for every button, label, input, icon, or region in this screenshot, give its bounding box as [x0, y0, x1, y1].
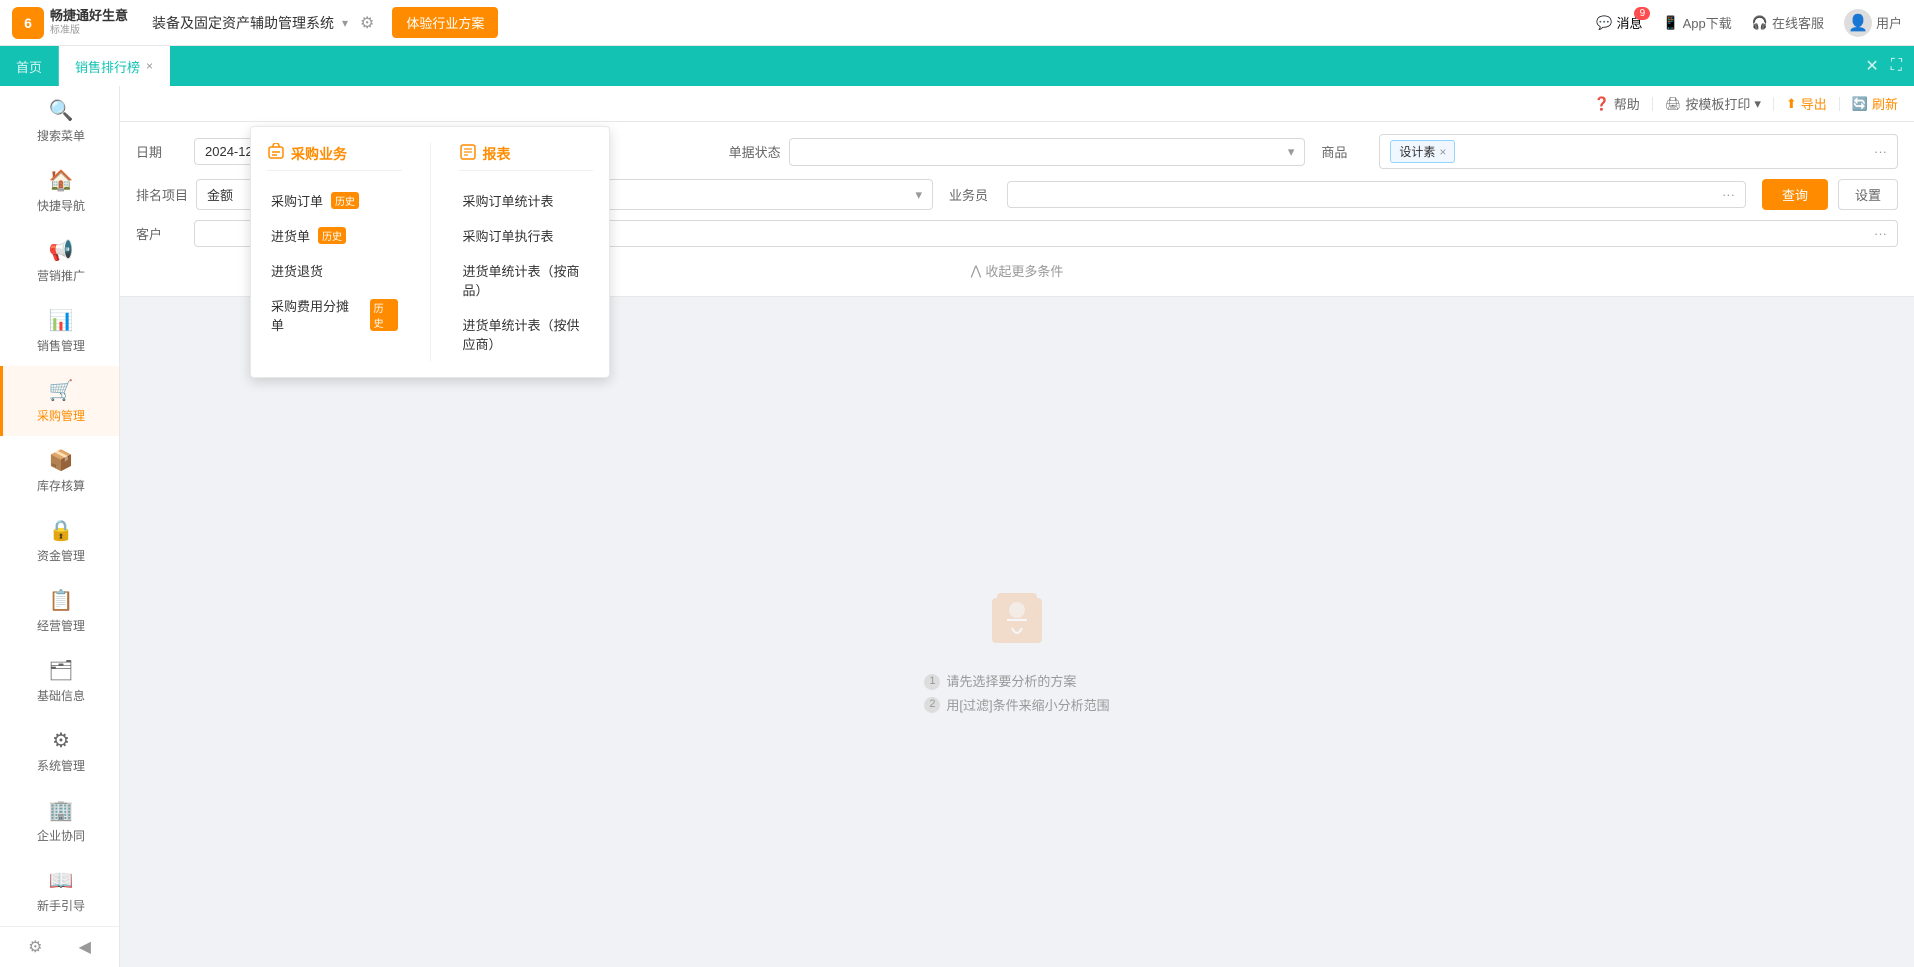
dropdown-overlay: 采购业务 采购订单 历史 进货单 历史 进货退货 [120, 126, 1914, 967]
tab-close-icon[interactable]: × [146, 59, 153, 73]
message-area[interactable]: 💬 消息 9 [1596, 13, 1642, 32]
tab-sales-rank[interactable]: 销售排行榜 × [59, 46, 170, 86]
sales-icon: 📊 [49, 308, 74, 333]
phone-icon: 📱 [1662, 15, 1678, 31]
finance-icon: 🔒 [49, 518, 74, 543]
sidebar-item-sales[interactable]: 📊 销售管理 [0, 296, 119, 366]
tab-bar: 首页 销售排行榜 × ✕ ⛶ [0, 46, 1914, 86]
inventory-icon: 📦 [49, 448, 74, 473]
toolbar-divider2 [1773, 97, 1774, 111]
dropdown-order-exec[interactable]: 采购订单执行表 [459, 218, 594, 253]
industry-button[interactable]: 体验行业方案 [392, 7, 498, 38]
sidebar-item-guide[interactable]: 📖 新手引导 [0, 856, 119, 926]
help-icon: ❓ [1594, 96, 1610, 112]
message-icon: 💬 [1596, 15, 1612, 31]
sidebar-item-search[interactable]: 🔍 搜索菜单 [0, 86, 119, 156]
fullscreen-button[interactable]: ⛶ [1887, 53, 1906, 79]
toolbar-divider [1652, 97, 1653, 111]
toolbar-divider3 [1839, 97, 1840, 111]
refresh-icon: 🔄 [1852, 96, 1868, 112]
headset-icon: 🎧 [1752, 15, 1768, 31]
svg-text:6: 6 [24, 15, 32, 31]
sidebar-item-purchase[interactable]: 🛒 采购管理 [0, 366, 119, 436]
system-icon: ⚙ [52, 728, 70, 753]
app-download[interactable]: 📱 App下载 [1662, 13, 1731, 32]
operation-icon: 📋 [49, 588, 74, 613]
avatar: 👤 [1844, 9, 1872, 37]
enterprise-icon: 🏢 [49, 798, 74, 823]
logo-area: 6 畅捷通好生意 标准版 [12, 7, 132, 39]
dropdown-incoming-stat-goods[interactable]: 进货单统计表（按商品） [459, 253, 594, 307]
sidebar-settings-button[interactable]: ⚙ [28, 937, 42, 957]
report-col: 报表 采购订单统计表 采购订单执行表 进货单统计表（按商品） 进货单统计表（按供 [459, 143, 594, 361]
dropdown-incoming-stat-supplier[interactable]: 进货单统计表（按供应商） [459, 307, 594, 361]
sidebar: 🔍 搜索菜单 🏠 快捷导航 📢 营销推广 📊 销售管理 🛒 采购管理 📦 库存核… [0, 86, 120, 967]
tab-actions: ✕ ⛶ [1861, 52, 1914, 80]
purchase-col: 采购业务 采购订单 历史 进货单 历史 进货退货 [267, 143, 402, 361]
purchase-icon: 🛒 [49, 378, 74, 403]
purchase-col-icon [267, 143, 285, 164]
settings-icon[interactable]: ⚙ [360, 13, 374, 33]
logo-text: 畅捷通好生意 标准版 [50, 8, 128, 38]
dropdown-incoming[interactable]: 进货单 历史 [267, 218, 402, 253]
history-badge-2: 历史 [318, 227, 346, 244]
sidebar-item-basic-info[interactable]: 🗂 基础信息 [0, 646, 119, 716]
content-area: ❓ 帮助 🖨 按模板打印 ▾ ⬆ 导出 🔄 刷新 [120, 86, 1914, 967]
marketing-icon: 📢 [49, 238, 74, 263]
search-icon: 🔍 [49, 98, 74, 123]
print-arrow-icon: ▾ [1754, 96, 1761, 112]
close-tab-button[interactable]: ✕ [1861, 52, 1882, 80]
dropdown-menu: 采购业务 采购订单 历史 进货单 历史 进货退货 [250, 126, 610, 378]
dropdown-cost[interactable]: 采购费用分摊单 历史 [267, 288, 402, 342]
sidebar-item-system[interactable]: ⚙ 系统管理 [0, 716, 119, 786]
print-button[interactable]: 🖨 按模板打印 ▾ [1665, 94, 1761, 113]
sidebar-bottom: ⚙ ◀ [0, 926, 119, 967]
guide-icon: 📖 [49, 868, 74, 893]
basic-info-icon: 🗂 [48, 658, 73, 683]
title-chevron-icon[interactable]: ▾ [342, 16, 348, 30]
logo-icon: 6 [12, 7, 44, 39]
header-right: 💬 消息 9 📱 App下载 🎧 在线客服 👤 用户 [1596, 9, 1902, 37]
report-col-title: 报表 [459, 143, 594, 171]
export-button[interactable]: ⬆ 导出 [1786, 94, 1827, 113]
print-icon: 🖨 [1665, 96, 1682, 112]
user-area[interactable]: 👤 用户 [1844, 9, 1902, 37]
toolbar: ❓ 帮助 🖨 按模板打印 ▾ ⬆ 导出 🔄 刷新 [120, 86, 1914, 122]
dropdown-order-stat[interactable]: 采购订单统计表 [459, 183, 594, 218]
sidebar-item-operation[interactable]: 📋 经营管理 [0, 576, 119, 646]
sidebar-item-enterprise[interactable]: 🏢 企业协同 [0, 786, 119, 856]
sidebar-item-inventory[interactable]: 📦 库存核算 [0, 436, 119, 506]
top-header: 6 畅捷通好生意 标准版 装备及固定资产辅助管理系统 ▾ ⚙ 体验行业方案 💬 … [0, 0, 1914, 46]
refresh-button[interactable]: 🔄 刷新 [1852, 94, 1898, 113]
sidebar-item-finance[interactable]: 🔒 资金管理 [0, 506, 119, 576]
purchase-col-title: 采购业务 [267, 143, 402, 171]
main-layout: 🔍 搜索菜单 🏠 快捷导航 📢 营销推广 📊 销售管理 🛒 采购管理 📦 库存核… [0, 86, 1914, 967]
system-title: 装备及固定资产辅助管理系统 ▾ ⚙ 体验行业方案 [152, 7, 1596, 38]
dropdown-return[interactable]: 进货退货 [267, 253, 402, 288]
history-badge-1: 历史 [331, 192, 359, 209]
home-icon: 🏠 [49, 168, 74, 193]
sidebar-item-marketing[interactable]: 📢 营销推广 [0, 226, 119, 296]
sidebar-collapse-button[interactable]: ◀ [79, 937, 91, 957]
tab-home[interactable]: 首页 [0, 46, 59, 86]
history-badge-4: 历史 [370, 299, 398, 331]
help-button[interactable]: ❓ 帮助 [1594, 94, 1640, 113]
online-service[interactable]: 🎧 在线客服 [1752, 13, 1824, 32]
dropdown-divider [430, 143, 431, 361]
report-col-icon [459, 143, 477, 164]
export-icon: ⬆ [1786, 96, 1797, 112]
dropdown-purchase-order[interactable]: 采购订单 历史 [267, 183, 402, 218]
dropdown-cols: 采购业务 采购订单 历史 进货单 历史 进货退货 [267, 143, 593, 361]
sidebar-item-quick-nav[interactable]: 🏠 快捷导航 [0, 156, 119, 226]
